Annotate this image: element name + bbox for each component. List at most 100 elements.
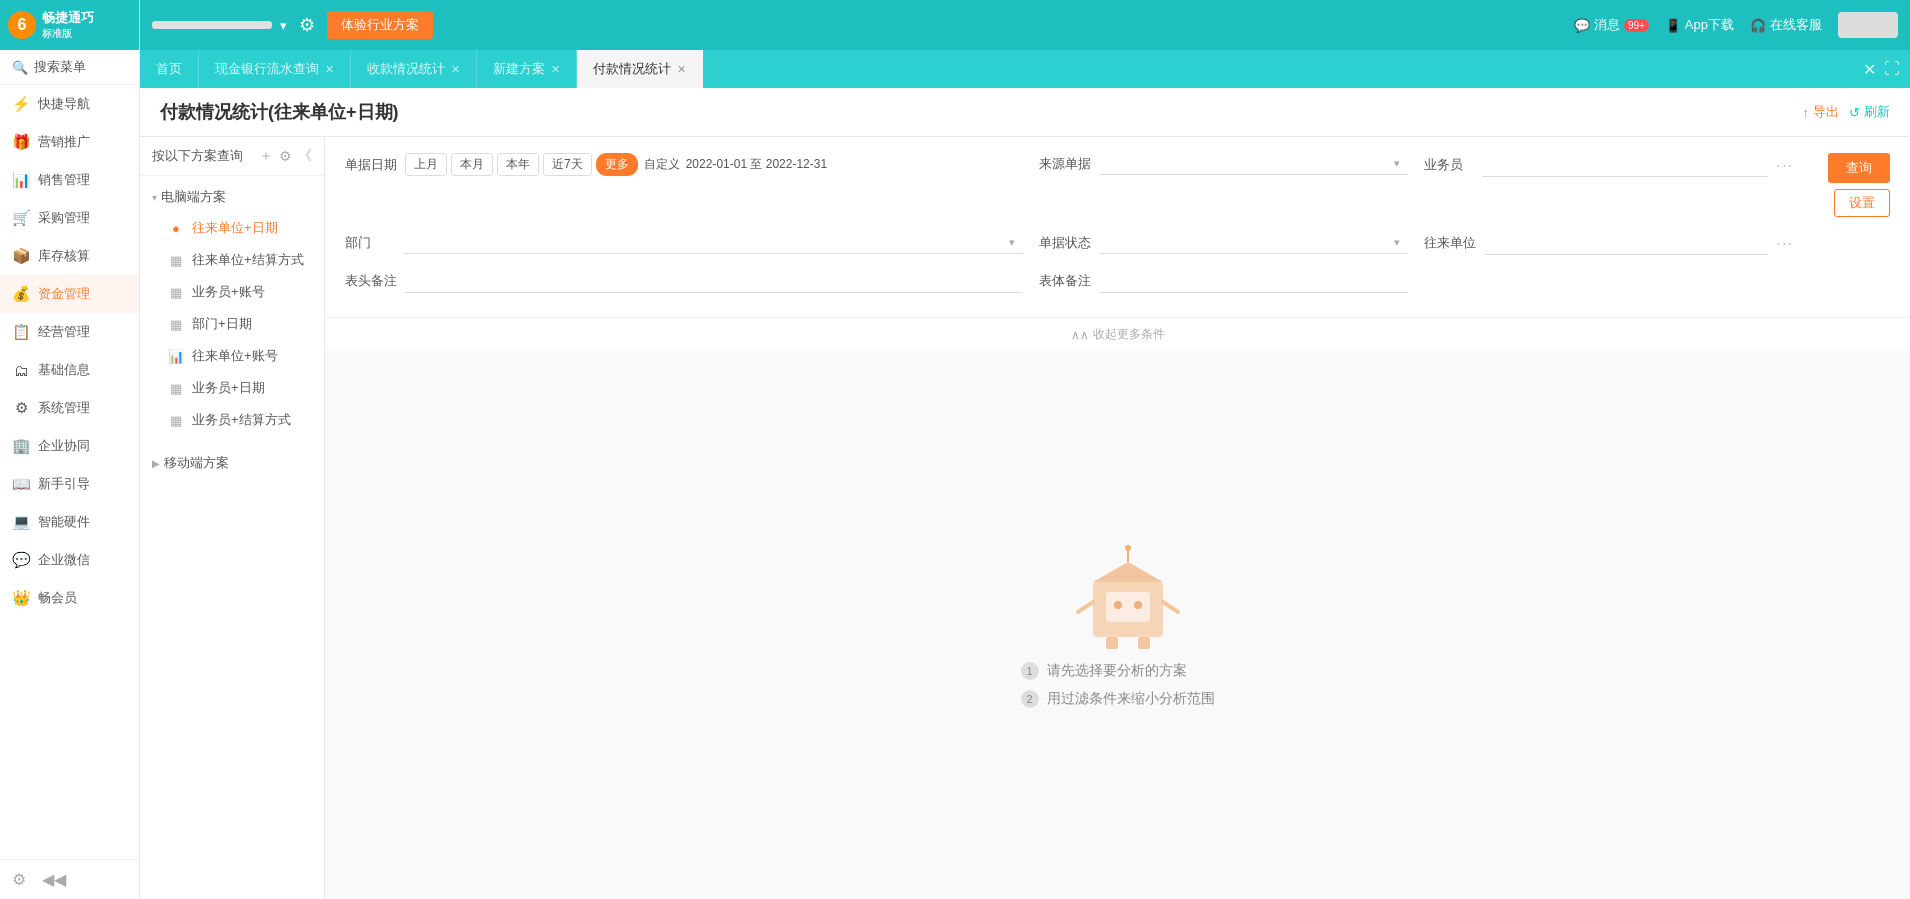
system-icon: ⚙ [12, 399, 30, 417]
mobile-arrow-icon: ▶ [152, 458, 160, 469]
scheme-item-staff-account-icon: ▦ [168, 284, 184, 300]
filter-header-note-field: 表头备注 [345, 269, 1023, 293]
content-area: 按以下方案查询 ＋ ⚙ 《 ▾ 电脑端方案 ● 往来单位+日期 [140, 137, 1910, 899]
sidebar-item-guide[interactable]: 📖 新手引导 [0, 465, 139, 503]
refresh-icon: ↺ [1849, 105, 1860, 120]
collapse-button[interactable]: ∧∧ 收起更多条件 [1071, 326, 1165, 343]
company-selector[interactable] [152, 21, 272, 29]
sidebar-item-basic-info[interactable]: 🗂 基础信息 [0, 351, 139, 389]
tab-bank-flow-close[interactable]: ✕ [325, 63, 334, 76]
sidebar-item-inventory[interactable]: 📦 库存核算 [0, 237, 139, 275]
btn-last-7days[interactable]: 近7天 [543, 153, 592, 176]
user-avatar[interactable] [1838, 12, 1898, 38]
scheme-item-staff-date[interactable]: ▦ 业务员+日期 [140, 372, 324, 404]
dept-select[interactable]: ▾ [403, 232, 1023, 254]
staff-dots[interactable]: ··· [1776, 157, 1794, 173]
scheme-item-partner-settle[interactable]: ▦ 往来单位+结算方式 [140, 244, 324, 276]
scheme-item-staff-account[interactable]: ▦ 业务员+账号 [140, 276, 324, 308]
message-action[interactable]: 💬 消息 99+ [1574, 16, 1649, 34]
main: ▾ ⚙ 体验行业方案 💬 消息 99+ 📱 App下载 🎧 在线客服 [140, 0, 1910, 899]
export-icon: ↑ [1803, 105, 1810, 120]
filter-panel: 单据日期 上月 本月 本年 近7天 更多 自定义 [325, 137, 1910, 351]
svg-line-8 [1163, 602, 1178, 612]
source-select-arrow: ▾ [1394, 157, 1400, 170]
date-range-area: 上月 本月 本年 近7天 更多 自定义 2022-01-01 至 2022-12… [405, 153, 1023, 176]
member-icon: 👑 [12, 589, 30, 607]
scheme-panel: 按以下方案查询 ＋ ⚙ 《 ▾ 电脑端方案 ● 往来单位+日期 [140, 137, 325, 899]
status-select-arrow: ▾ [1394, 236, 1400, 249]
tab-home[interactable]: 首页 [140, 50, 199, 88]
app-download-action[interactable]: 📱 App下载 [1665, 16, 1734, 34]
collapse-sidebar-icon[interactable]: ◀◀ [42, 870, 66, 889]
scheme-section-desktop-header[interactable]: ▾ 电脑端方案 [140, 182, 324, 212]
sidebar-item-enterprise[interactable]: 🏢 企业协同 [0, 427, 139, 465]
refresh-button[interactable]: ↺ 刷新 [1849, 103, 1890, 121]
btn-this-month[interactable]: 本月 [451, 153, 493, 176]
tab-fullscreen-icon[interactable]: ⛶ [1884, 60, 1900, 78]
experience-btn[interactable]: 体验行业方案 [327, 11, 433, 39]
sidebar-item-purchase[interactable]: 🛒 采购管理 [0, 199, 139, 237]
tab-receipt-stats-close[interactable]: ✕ [451, 63, 460, 76]
tab-close-all-icon[interactable]: ✕ [1863, 60, 1876, 79]
sidebar-item-sales[interactable]: 📊 销售管理 [0, 161, 139, 199]
header-note-input[interactable] [405, 269, 1023, 293]
tab-new-scheme-close[interactable]: ✕ [551, 63, 560, 76]
search-icon: 🔍 [12, 60, 28, 75]
message-icon: 💬 [1574, 18, 1590, 33]
collapse-scheme-icon[interactable]: 《 [298, 147, 312, 165]
scheme-item-dept-date[interactable]: ▦ 部门+日期 [140, 308, 324, 340]
sidebar-item-member[interactable]: 👑 畅会员 [0, 579, 139, 617]
staff-input[interactable] [1482, 153, 1768, 177]
settings-scheme-icon[interactable]: ⚙ [279, 148, 292, 164]
online-service-action[interactable]: 🎧 在线客服 [1750, 16, 1822, 34]
scheme-item-staff-settle[interactable]: ▦ 业务员+结算方式 [140, 404, 324, 436]
sidebar-item-marketing[interactable]: 🎁 营销推广 [0, 123, 139, 161]
tab-payment-stats-close[interactable]: ✕ [677, 63, 686, 76]
scheme-header-icons: ＋ ⚙ 《 [259, 147, 312, 165]
add-scheme-icon[interactable]: ＋ [259, 147, 273, 165]
capital-icon: 💰 [12, 285, 30, 303]
body-note-input[interactable] [1099, 269, 1409, 293]
filter-row-2: 部门 ▾ 单据状态 ▾ [345, 231, 1890, 255]
btn-this-year[interactable]: 本年 [497, 153, 539, 176]
svg-marker-1 [1093, 562, 1163, 582]
settings-bottom-icon[interactable]: ⚙ [12, 870, 26, 889]
sidebar: 6 畅捷通巧 标准版 🔍 搜索菜单 ⚡ 快捷导航 🎁 营销推广 📊 销售管理 [0, 0, 140, 899]
sidebar-item-operation[interactable]: 📋 经营管理 [0, 313, 139, 351]
btn-last-month[interactable]: 上月 [405, 153, 447, 176]
btn-more[interactable]: 更多 [596, 153, 638, 176]
status-select[interactable]: ▾ [1099, 232, 1409, 254]
scheme-item-partner-date[interactable]: ● 往来单位+日期 [140, 212, 324, 244]
scheme-item-partner-account[interactable]: 📊 往来单位+账号 [140, 340, 324, 372]
smart-hw-icon: 💻 [12, 513, 30, 531]
tab-payment-stats[interactable]: 付款情况统计 ✕ [577, 50, 703, 88]
message-badge: 99+ [1624, 19, 1649, 32]
query-button[interactable]: 查询 [1828, 153, 1890, 183]
tab-bank-flow[interactable]: 现金银行流水查询 ✕ [199, 50, 351, 88]
sidebar-item-system[interactable]: ⚙ 系统管理 [0, 389, 139, 427]
partner-dots[interactable]: ··· [1776, 235, 1794, 251]
tab-receipt-stats[interactable]: 收款情况统计 ✕ [351, 50, 477, 88]
scheme-header-text: 按以下方案查询 [152, 147, 243, 165]
sidebar-item-capital[interactable]: 💰 资金管理 [0, 275, 139, 313]
source-label: 来源单据 [1039, 155, 1091, 173]
scheme-section-mobile-header[interactable]: ▶ 移动端方案 [140, 448, 324, 478]
settings-button[interactable]: 设置 [1834, 189, 1890, 217]
export-button[interactable]: ↑ 导出 [1803, 103, 1840, 121]
sidebar-item-smart-hw[interactable]: 💻 智能硬件 [0, 503, 139, 541]
mobile-icon: 📱 [1665, 18, 1681, 33]
sidebar-item-wechat[interactable]: 💬 企业微信 [0, 541, 139, 579]
enterprise-icon: 🏢 [12, 437, 30, 455]
partner-input[interactable] [1484, 231, 1768, 255]
tip-num-1: 1 [1021, 662, 1039, 680]
topbar-settings-icon[interactable]: ⚙ [299, 14, 315, 36]
filter-form: 单据日期 上月 本月 本年 近7天 更多 自定义 [325, 137, 1910, 317]
scheme-item-partner-account-icon: 📊 [168, 348, 184, 364]
sidebar-item-quick-nav[interactable]: ⚡ 快捷导航 [0, 85, 139, 123]
logo-name: 畅捷通巧 [42, 9, 94, 27]
tab-new-scheme[interactable]: 新建方案 ✕ [477, 50, 577, 88]
sidebar-menu: ⚡ 快捷导航 🎁 营销推广 📊 销售管理 🛒 采购管理 📦 库存核算 💰 [0, 85, 139, 859]
company-dropdown-icon[interactable]: ▾ [280, 18, 287, 33]
source-select[interactable]: ▾ [1099, 153, 1409, 175]
sidebar-search[interactable]: 🔍 搜索菜单 [0, 50, 139, 85]
